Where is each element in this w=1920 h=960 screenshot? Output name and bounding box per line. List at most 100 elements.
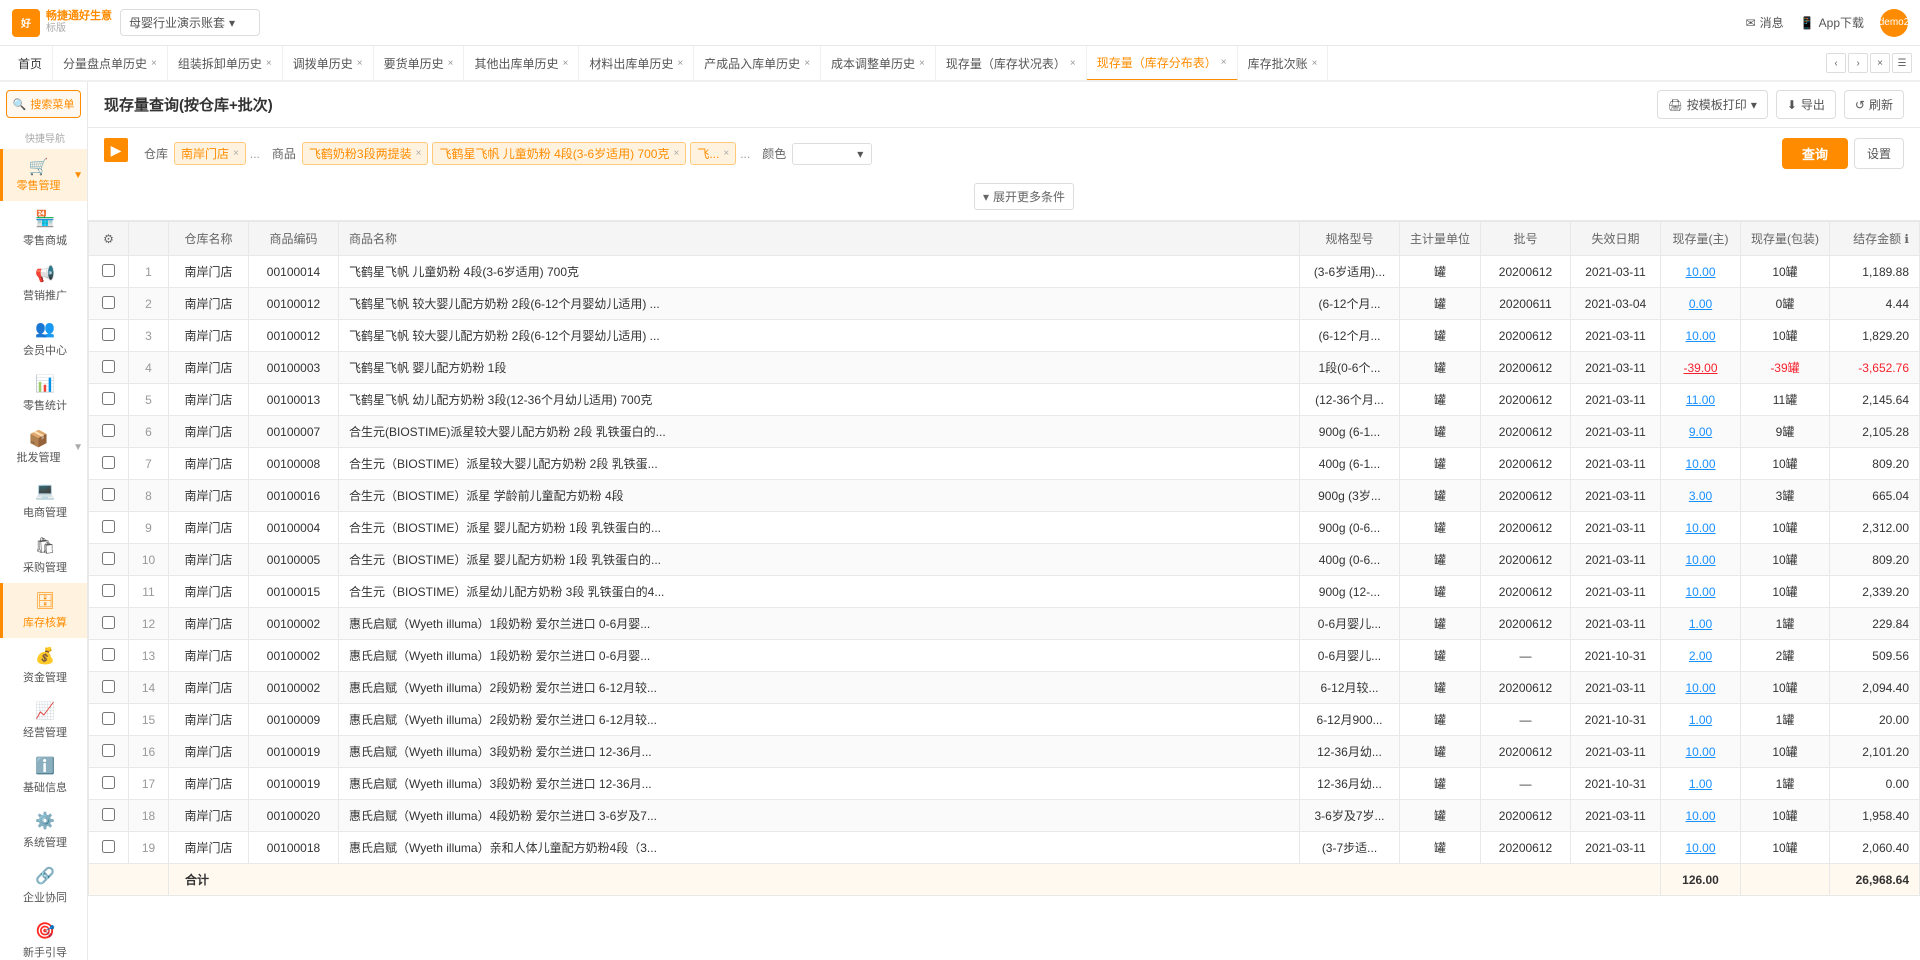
close-icon[interactable]: × bbox=[1312, 58, 1318, 69]
warehouse-ellipsis[interactable]: ... bbox=[250, 147, 260, 161]
close-icon[interactable]: × bbox=[562, 58, 568, 69]
row-checkbox[interactable] bbox=[89, 320, 129, 352]
tab-batch-account[interactable]: 库存批次账 × bbox=[1238, 46, 1329, 81]
row-checkbox-input[interactable] bbox=[102, 264, 115, 277]
nav-prev-btn[interactable]: ‹ bbox=[1826, 53, 1846, 73]
qty-main-link[interactable]: 10.00 bbox=[1685, 521, 1715, 535]
row-checkbox[interactable] bbox=[89, 544, 129, 576]
qty-main-link[interactable]: 11.00 bbox=[1686, 393, 1715, 407]
sidebar-item-basic-info[interactable]: ℹ️ 基础信息 bbox=[0, 748, 87, 803]
row-checkbox[interactable] bbox=[89, 352, 129, 384]
color-dropdown[interactable]: ▾ bbox=[792, 143, 872, 165]
row-checkbox[interactable] bbox=[89, 256, 129, 288]
tab-other-out[interactable]: 其他出库单历史 × bbox=[464, 46, 579, 81]
tab-cost-adjust[interactable]: 成本调整单历史 × bbox=[821, 46, 936, 81]
tab-inventory-status[interactable]: 现存量（库存状况表） × bbox=[936, 46, 1087, 81]
qty-main-link[interactable]: 10.00 bbox=[1685, 553, 1715, 567]
close-icon[interactable]: × bbox=[804, 58, 810, 69]
qty-main-link[interactable]: 10.00 bbox=[1685, 457, 1715, 471]
remove-product-tag-1[interactable]: × bbox=[416, 148, 422, 159]
row-checkbox-input[interactable] bbox=[102, 392, 115, 405]
tab-material-out[interactable]: 材料出库单历史 × bbox=[579, 46, 694, 81]
row-checkbox[interactable] bbox=[89, 704, 129, 736]
refresh-btn[interactable]: ↺ 刷新 bbox=[1844, 90, 1904, 119]
close-icon[interactable]: × bbox=[677, 58, 683, 69]
settings-btn[interactable]: 设置 bbox=[1854, 138, 1904, 169]
sidebar-item-wholesale[interactable]: 📦 批发管理 ▼ bbox=[0, 421, 87, 473]
row-checkbox-input[interactable] bbox=[102, 776, 115, 789]
export-btn[interactable]: ⬇ 导出 bbox=[1776, 90, 1836, 119]
sidebar-item-retail-stats[interactable]: 📊 零售统计 bbox=[0, 366, 87, 421]
row-checkbox-input[interactable] bbox=[102, 488, 115, 501]
row-checkbox[interactable] bbox=[89, 448, 129, 480]
sidebar-item-retail-mgmt[interactable]: 🛒 零售管理 ▼ bbox=[0, 149, 87, 201]
close-icon[interactable]: × bbox=[151, 58, 157, 69]
sidebar-item-system[interactable]: ⚙️ 系统管理 bbox=[0, 803, 87, 858]
row-checkbox[interactable] bbox=[89, 480, 129, 512]
tab-requisition[interactable]: 要货单历史 × bbox=[374, 46, 465, 81]
remove-warehouse-tag[interactable]: × bbox=[233, 148, 239, 159]
expand-more-btn[interactable]: ▾ 展开更多条件 bbox=[974, 183, 1074, 210]
sidebar-item-enterprise[interactable]: 🔗 企业协同 bbox=[0, 858, 87, 913]
tab-product-in[interactable]: 产成品入库单历史 × bbox=[694, 46, 821, 81]
sidebar-item-ecommerce[interactable]: 💻 电商管理 bbox=[0, 473, 87, 528]
row-checkbox[interactable] bbox=[89, 608, 129, 640]
qty-main-link[interactable]: 0.00 bbox=[1689, 297, 1712, 311]
qty-main-link[interactable]: 10.00 bbox=[1685, 329, 1715, 343]
qty-main-link[interactable]: 1.00 bbox=[1689, 617, 1712, 631]
qty-main-link[interactable]: 1.00 bbox=[1689, 777, 1712, 791]
close-icon[interactable]: × bbox=[266, 58, 272, 69]
row-checkbox[interactable] bbox=[89, 288, 129, 320]
col-settings[interactable]: ⚙ bbox=[89, 222, 129, 256]
qty-main-link[interactable]: -39.00 bbox=[1683, 361, 1717, 375]
row-checkbox-input[interactable] bbox=[102, 296, 115, 309]
sidebar-item-member[interactable]: 👥 会员中心 bbox=[0, 311, 87, 366]
row-checkbox[interactable] bbox=[89, 672, 129, 704]
qty-main-link[interactable]: 10.00 bbox=[1685, 809, 1715, 823]
close-icon[interactable]: × bbox=[1221, 57, 1227, 68]
messages-btn[interactable]: ✉ 消息 bbox=[1746, 14, 1784, 31]
tab-picking[interactable]: 调拨单历史 × bbox=[283, 46, 374, 81]
row-checkbox-input[interactable] bbox=[102, 360, 115, 373]
user-avatar[interactable]: demo2 bbox=[1880, 9, 1908, 37]
nav-menu-btn[interactable]: ☰ bbox=[1892, 53, 1912, 73]
product-ellipsis[interactable]: ... bbox=[740, 147, 750, 161]
row-checkbox-input[interactable] bbox=[102, 328, 115, 341]
industry-select[interactable]: 母婴行业演示账套 ▾ bbox=[120, 9, 260, 36]
tab-home[interactable]: 首页 bbox=[8, 46, 53, 81]
filter-expand-btn[interactable]: ▶ bbox=[104, 138, 128, 162]
query-btn[interactable]: 查询 bbox=[1782, 138, 1848, 169]
remove-product-tag-3[interactable]: × bbox=[723, 148, 729, 159]
row-checkbox[interactable] bbox=[89, 512, 129, 544]
sidebar-item-retail-store[interactable]: 🏪 零售商城 bbox=[0, 201, 87, 256]
row-checkbox-input[interactable] bbox=[102, 584, 115, 597]
row-checkbox[interactable] bbox=[89, 576, 129, 608]
row-checkbox[interactable] bbox=[89, 416, 129, 448]
row-checkbox-input[interactable] bbox=[102, 648, 115, 661]
row-checkbox[interactable] bbox=[89, 640, 129, 672]
row-checkbox-input[interactable] bbox=[102, 424, 115, 437]
close-icon[interactable]: × bbox=[1070, 58, 1076, 69]
sidebar-item-operations[interactable]: 📈 经营管理 bbox=[0, 693, 87, 748]
row-checkbox[interactable] bbox=[89, 736, 129, 768]
sidebar-item-finance[interactable]: 💰 资金管理 bbox=[0, 638, 87, 693]
row-checkbox-input[interactable] bbox=[102, 808, 115, 821]
row-checkbox-input[interactable] bbox=[102, 552, 115, 565]
row-checkbox-input[interactable] bbox=[102, 840, 115, 853]
sidebar-item-purchase[interactable]: 🛍 采购管理 bbox=[0, 528, 87, 583]
qty-main-link[interactable]: 1.00 bbox=[1689, 713, 1712, 727]
qty-main-link[interactable]: 2.00 bbox=[1689, 649, 1712, 663]
nav-next-btn[interactable]: › bbox=[1848, 53, 1868, 73]
row-checkbox[interactable] bbox=[89, 384, 129, 416]
row-checkbox[interactable] bbox=[89, 800, 129, 832]
tab-inventory-dist[interactable]: 现存量（库存分布表） × bbox=[1087, 46, 1238, 81]
qty-main-link[interactable]: 3.00 bbox=[1689, 489, 1712, 503]
remove-product-tag-2[interactable]: × bbox=[673, 148, 679, 159]
tab-disassembly[interactable]: 组装拆卸单历史 × bbox=[168, 46, 283, 81]
row-checkbox-input[interactable] bbox=[102, 616, 115, 629]
qty-main-link[interactable]: 10.00 bbox=[1685, 745, 1715, 759]
tab-partial-inventory[interactable]: 分量盘点单历史 × bbox=[53, 46, 168, 81]
row-checkbox-input[interactable] bbox=[102, 744, 115, 757]
search-menu-btn[interactable]: 🔍 搜索菜单 bbox=[6, 90, 81, 118]
qty-main-link[interactable]: 10.00 bbox=[1685, 265, 1715, 279]
